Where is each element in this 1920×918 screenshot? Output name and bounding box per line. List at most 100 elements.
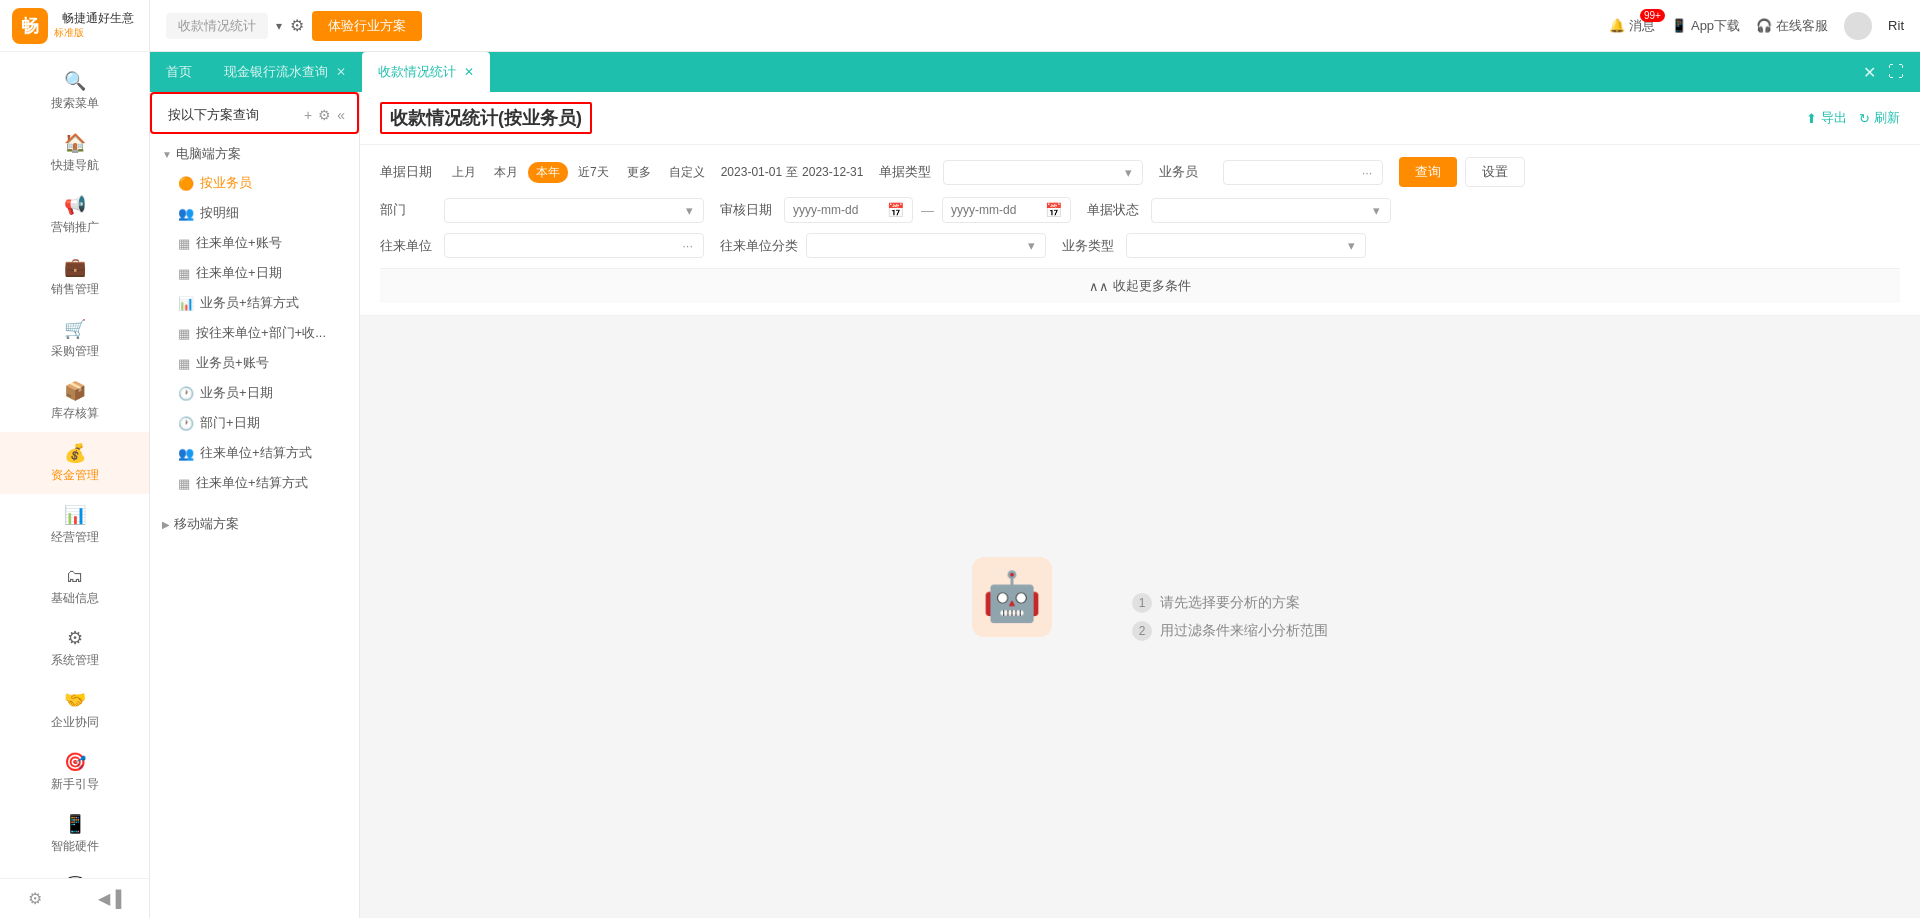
sidebar-item-operation[interactable]: 📊 经营管理	[0, 494, 149, 556]
basic-icon: 🗂	[66, 566, 84, 587]
audit-date-from-input[interactable]: 📅	[784, 197, 913, 223]
audit-date-from-field[interactable]	[793, 203, 883, 217]
sidebar-label-search: 搜索菜单	[51, 95, 99, 112]
query-button[interactable]: 查询	[1399, 157, 1457, 187]
cust-settle2-icon: ▦	[178, 476, 190, 491]
scheme-item-cust-dept-collect[interactable]: ▦ 按往来单位+部门+收...	[150, 318, 359, 348]
scheme-item-salesperson-date[interactable]: 🕐 业务员+日期	[150, 378, 359, 408]
scheme-group-desktop-header[interactable]: ▼ 电脑端方案	[150, 140, 359, 168]
scheme-item-customer-account[interactable]: ▦ 往来单位+账号	[150, 228, 359, 258]
export-button[interactable]: ⬆ 导出	[1806, 109, 1847, 127]
scheme-settings-button[interactable]: ⚙	[318, 107, 331, 123]
dept-arrow: ▾	[686, 203, 693, 218]
scheme-item-salesperson-settle[interactable]: 📊 业务员+结算方式	[150, 288, 359, 318]
doc-status-select[interactable]: ▾	[1151, 198, 1391, 223]
doc-status-arrow: ▾	[1373, 203, 1380, 218]
scheme-item-salesperson-account[interactable]: ▦ 业务员+账号	[150, 348, 359, 378]
audit-date-to-field[interactable]	[951, 203, 1041, 217]
tab-collection-stat-close[interactable]: ✕	[464, 65, 474, 79]
sidebar-label-operation: 经营管理	[51, 529, 99, 546]
app-download-button[interactable]: 📱 App下载	[1671, 17, 1740, 35]
header-gear-icon[interactable]: ⚙	[290, 16, 304, 35]
sidebar-item-basic[interactable]: 🗂 基础信息	[0, 556, 149, 617]
scheme-group-mobile-header[interactable]: ▶ 移动端方案	[150, 510, 359, 538]
scheme-item-customer-date[interactable]: ▦ 往来单位+日期	[150, 258, 359, 288]
tab-close-all-icon[interactable]: ✕	[1863, 63, 1876, 82]
tab-home[interactable]: 首页	[150, 52, 208, 92]
marketing-icon: 📢	[64, 194, 86, 216]
audit-date-to-input[interactable]: 📅	[942, 197, 1071, 223]
refresh-icon: ↻	[1859, 111, 1870, 126]
date-tab-prev-month[interactable]: 上月	[444, 162, 484, 183]
sidebar-item-sales[interactable]: 💼 销售管理	[0, 246, 149, 308]
counterpart-select[interactable]: ···	[444, 233, 704, 258]
tab-fullscreen-icon[interactable]: ⛶	[1888, 63, 1904, 81]
empty-tip-1: 1 请先选择要分析的方案	[1132, 593, 1328, 613]
set-button[interactable]: 设置	[1465, 157, 1525, 187]
collapse-panel-button[interactable]: «	[337, 107, 345, 123]
trial-button[interactable]: 体验行业方案	[312, 11, 422, 41]
scheme-item-by-salesperson[interactable]: 🟠 按业务员	[150, 168, 359, 198]
date-tab-this-year[interactable]: 本年	[528, 162, 568, 183]
settings-bottom-icon[interactable]: ⚙	[28, 889, 42, 908]
scheme-item-cust-settle2[interactable]: ▦ 往来单位+结算方式	[150, 468, 359, 498]
filter-biz-type: 业务类型 ▾	[1062, 233, 1366, 258]
header-dropdown-icon[interactable]: ▾	[276, 19, 282, 33]
online-service-button[interactable]: 🎧 在线客服	[1756, 17, 1828, 35]
date-tab-custom[interactable]: 自定义	[661, 162, 713, 183]
scheme-item-by-detail[interactable]: 👥 按明细	[150, 198, 359, 228]
counterpart-type-select[interactable]: ▾	[806, 233, 1046, 258]
date-tab-this-month[interactable]: 本月	[486, 162, 526, 183]
sidebar-item-search[interactable]: 🔍 搜索菜单	[0, 60, 149, 122]
tab-bank-flow[interactable]: 现金银行流水查询 ✕	[208, 52, 362, 92]
scheme-item-label-salesperson: 按业务员	[200, 174, 252, 192]
scheme-group-mobile-label: 移动端方案	[174, 515, 239, 533]
sidebar-item-quick-nav[interactable]: 🏠 快捷导航	[0, 122, 149, 184]
add-scheme-button[interactable]: +	[304, 107, 312, 123]
sidebar: 畅 畅捷通好生意 标准版 🔍 搜索菜单 🏠 快捷导航 📢 营销推广 💼 销售管理…	[0, 0, 150, 918]
sp-date-icon: 🕐	[178, 386, 194, 401]
sidebar-item-guide[interactable]: 🎯 新手引导	[0, 741, 149, 803]
doc-type-select[interactable]: ▾	[943, 160, 1143, 185]
filter-doc-status: 单据状态 ▾	[1087, 198, 1391, 223]
scheme-item-dept-date[interactable]: 🕐 部门+日期	[150, 408, 359, 438]
sidebar-item-marketing[interactable]: 📢 营销推广	[0, 184, 149, 246]
empty-tip-2-text: 用过滤条件来缩小分析范围	[1160, 622, 1328, 640]
tab-bank-flow-close[interactable]: ✕	[336, 65, 346, 79]
date-tab-more[interactable]: 更多	[619, 162, 659, 183]
sidebar-logo: 畅 畅捷通好生意 标准版	[0, 0, 149, 52]
biz-type-label: 业务类型	[1062, 237, 1118, 255]
date-tab-last7[interactable]: 近7天	[570, 162, 617, 183]
sidebar-item-inventory[interactable]: 📦 库存核算	[0, 370, 149, 432]
operation-icon: 📊	[64, 504, 86, 526]
empty-tips: 1 请先选择要分析的方案 2 用过滤条件来缩小分析范围	[1132, 593, 1328, 641]
app-download-label: App下载	[1691, 17, 1740, 35]
biz-type-select[interactable]: ▾	[1126, 233, 1366, 258]
group-expand-arrow: ▼	[162, 149, 172, 160]
sidebar-item-capital[interactable]: 💰 资金管理	[0, 432, 149, 494]
notification-button[interactable]: 🔔 消息 99+	[1609, 17, 1655, 35]
sidebar-item-wechat[interactable]: 💬 企业微信	[0, 865, 149, 878]
sidebar-label-basic: 基础信息	[51, 590, 99, 607]
refresh-button[interactable]: ↻ 刷新	[1859, 109, 1900, 127]
sidebar-label-quick-nav: 快捷导航	[51, 157, 99, 174]
audit-date-to-cal-icon: 📅	[1045, 202, 1062, 218]
left-panel: 按以下方案查询 + ⚙ « ▼ 电脑端方案 🟠 按业务员 👥 按明细	[150, 92, 360, 918]
tab-collection-stat[interactable]: 收款情况统计 ✕	[362, 52, 490, 92]
dept-select[interactable]: ▾	[444, 198, 704, 223]
page-title: 收款情况统计(按业务员)	[380, 102, 592, 134]
sidebar-item-purchase[interactable]: 🛒 采购管理	[0, 308, 149, 370]
date-range-sep: 至	[786, 164, 798, 181]
tab-bank-flow-label: 现金银行流水查询	[224, 63, 328, 81]
sidebar-item-corp[interactable]: 🤝 企业协同	[0, 679, 149, 741]
sidebar-item-system[interactable]: ⚙ 系统管理	[0, 617, 149, 679]
collapse-filter-bar[interactable]: ∧∧ 收起更多条件	[380, 268, 1900, 303]
tip-num-2: 2	[1132, 621, 1152, 641]
header-left: 收款情况统计 ▾ ⚙ 体验行业方案	[166, 11, 422, 41]
online-service-label: 在线客服	[1776, 17, 1828, 35]
user-avatar[interactable]	[1844, 12, 1872, 40]
sidebar-item-hardware[interactable]: 📱 智能硬件	[0, 803, 149, 865]
salesperson-select[interactable]: ···	[1223, 160, 1383, 185]
scheme-item-cust-settle1[interactable]: 👥 往来单位+结算方式	[150, 438, 359, 468]
collapse-sidebar-icon[interactable]: ◀▐	[98, 889, 121, 908]
